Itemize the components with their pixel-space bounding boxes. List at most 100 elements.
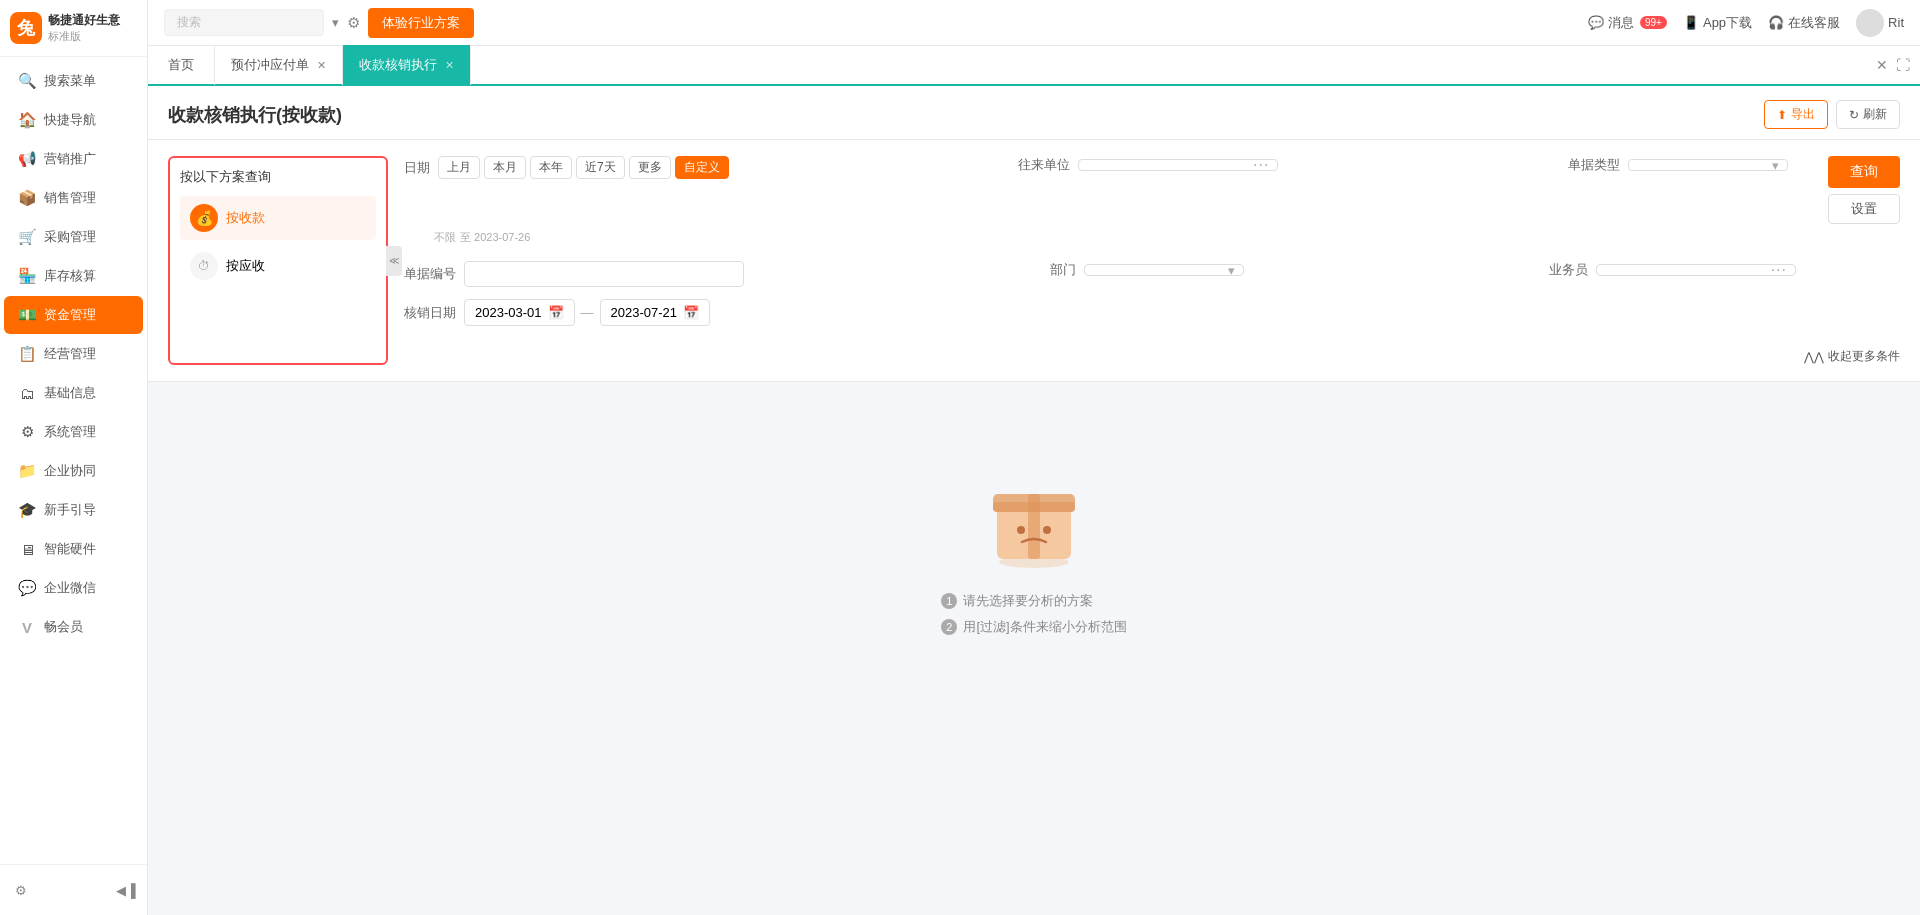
counterpart-dots[interactable]: ···: [1253, 156, 1269, 174]
date-field-group: 日期 上月 本月 本年 近7天 更多 自定义: [404, 156, 729, 179]
doc-no-input[interactable]: [464, 261, 744, 287]
date-last-month-btn[interactable]: 上月: [438, 156, 480, 179]
top-header: 搜索 ▾ ⚙ 体验行业方案 💬 消息 99+ 📱 App下载 🎧 在线客服 Ri: [148, 0, 1920, 46]
user-profile[interactable]: Rit: [1856, 9, 1904, 37]
sidebar-item-business[interactable]: 📋 经营管理: [4, 335, 143, 373]
receipt-icon: 💰: [190, 204, 218, 232]
sidebar-item-search[interactable]: 🔍 搜索菜单: [4, 62, 143, 100]
app-icon: 📱: [1683, 15, 1699, 30]
filter-title: 按以下方案查询: [180, 168, 376, 186]
sidebar-item-marketing[interactable]: 📢 营销推广: [4, 140, 143, 178]
sidebar-item-guide[interactable]: 🎓 新手引导: [4, 491, 143, 529]
sidebar-item-basic[interactable]: 🗂 基础信息: [4, 374, 143, 412]
chevron-down-icon[interactable]: ▾: [332, 15, 339, 30]
date-custom-btn[interactable]: 自定义: [675, 156, 729, 179]
close-tab-icon[interactable]: ✕: [1876, 57, 1888, 73]
doc-type-label: 单据类型: [1568, 156, 1620, 174]
sidebar-item-system[interactable]: ⚙ 系统管理: [4, 413, 143, 451]
sidebar-item-label: 快捷导航: [44, 111, 96, 129]
settings-btn[interactable]: 设置: [1828, 194, 1900, 224]
expand-icon[interactable]: ⛶: [1896, 57, 1910, 73]
date-to-text: 至 2023-07-26: [460, 230, 530, 245]
employee-field[interactable]: ···: [1596, 264, 1796, 276]
gear-icon-header[interactable]: ⚙: [347, 14, 360, 32]
tab-close-icon[interactable]: ✕: [445, 59, 454, 72]
sidebar-item-label: 搜索菜单: [44, 72, 96, 90]
sidebar-item-label: 智能硬件: [44, 540, 96, 558]
settings-btn-sidebar[interactable]: ⚙: [4, 873, 38, 907]
chevron-down-dept: ▾: [1228, 263, 1235, 278]
sidebar-item-purchase[interactable]: 🛒 采购管理: [4, 218, 143, 256]
hint-text-1: 请先选择要分析的方案: [963, 592, 1093, 610]
employee-dots[interactable]: ···: [1771, 261, 1787, 279]
member-icon: V: [18, 619, 36, 636]
filter-form: 日期 上月 本月 本年 近7天 更多 自定义: [404, 156, 1900, 365]
online-service-btn[interactable]: 🎧 在线客服: [1768, 14, 1840, 32]
app-download-label: App下载: [1703, 14, 1752, 32]
main-area: 搜索 ▾ ⚙ 体验行业方案 💬 消息 99+ 📱 App下载 🎧 在线客服 Ri: [148, 0, 1920, 915]
filter-row-2: 单据编号 部门 ▾ 业务员: [404, 261, 1900, 287]
sidebar-item-finance[interactable]: 💵 资金管理: [4, 296, 143, 334]
logo-icon: 兔: [10, 12, 42, 44]
logo-text: 畅捷通好生意 标准版: [48, 12, 120, 44]
date-more-btn[interactable]: 更多: [629, 156, 671, 179]
tab-prepay[interactable]: 预付冲应付单 ✕: [215, 45, 343, 85]
content-area: 收款核销执行(按收款) ⬆ 导出 ↻ 刷新 按以下方案查询 💰 按收款: [148, 86, 1920, 915]
refresh-btn[interactable]: ↻ 刷新: [1836, 100, 1900, 129]
date-control: 上月 本月 本年 近7天 更多 自定义: [438, 156, 729, 179]
query-btn[interactable]: 查询: [1828, 156, 1900, 188]
sidebar-item-member[interactable]: V 畅会员: [4, 608, 143, 646]
verify-date-label: 核销日期: [404, 304, 456, 322]
filter-option-by-receipt[interactable]: 💰 按收款: [180, 196, 376, 240]
more-conditions-btn[interactable]: ⋀⋀ 收起更多条件: [1804, 348, 1900, 365]
filter-sidebar: 按以下方案查询 💰 按收款 ⏱ 按应收 ≪: [168, 156, 388, 365]
filter-option-receivable-label: 按应收: [226, 257, 265, 275]
sidebar-item-hardware[interactable]: 🖥 智能硬件: [4, 530, 143, 568]
sidebar-item-wechat[interactable]: 💬 企业微信: [4, 569, 143, 607]
export-btn[interactable]: ⬆ 导出: [1764, 100, 1828, 129]
logo-line2: 标准版: [48, 29, 120, 44]
tab-bar-right: ✕ ⛶: [1876, 57, 1920, 73]
inventory-icon: 🏪: [18, 267, 36, 285]
filter-option-by-receivable[interactable]: ⏱ 按应收: [180, 244, 376, 288]
chevron-up-icon: ⋀⋀: [1804, 350, 1824, 364]
sidebar-item-inventory[interactable]: 🏪 库存核算: [4, 257, 143, 295]
date-this-year-btn[interactable]: 本年: [530, 156, 572, 179]
empty-state: 1 请先选择要分析的方案 2 用[过滤]条件来缩小分析范围: [148, 382, 1920, 720]
sidebar-item-sales[interactable]: 📦 销售管理: [4, 179, 143, 217]
hint-text-2: 用[过滤]条件来缩小分析范围: [963, 618, 1126, 636]
employee-field-group: 业务员 ···: [1549, 261, 1796, 279]
sidebar-item-nav[interactable]: 🏠 快捷导航: [4, 101, 143, 139]
date-this-month-btn[interactable]: 本月: [484, 156, 526, 179]
message-btn[interactable]: 💬 消息 99+: [1588, 14, 1667, 32]
avatar: [1856, 9, 1884, 37]
doc-no-field-group: 单据编号: [404, 261, 744, 287]
tab-home[interactable]: 首页: [148, 45, 215, 85]
collapse-sidebar-btn[interactable]: ◀▐: [109, 873, 143, 907]
tab-close-icon[interactable]: ✕: [317, 59, 326, 72]
calendar-icon-start: 📅: [548, 305, 564, 320]
sidebar-item-collab[interactable]: 📁 企业协同: [4, 452, 143, 490]
refresh-label: 刷新: [1863, 106, 1887, 123]
solution-btn[interactable]: 体验行业方案: [368, 8, 474, 38]
date-shortcuts: 上月 本月 本年 近7天 更多 自定义: [438, 156, 729, 179]
doc-no-label: 单据编号: [404, 265, 456, 283]
header-left: 搜索 ▾ ⚙ 体验行业方案: [164, 8, 474, 38]
marketing-icon: 📢: [18, 150, 36, 168]
more-conditions-row: ⋀⋀ 收起更多条件: [404, 342, 1900, 365]
filter-option-receipt-label: 按收款: [226, 209, 265, 227]
collapse-filter-btn[interactable]: ≪: [386, 246, 402, 276]
dept-select[interactable]: ▾: [1084, 264, 1244, 276]
verify-end-date[interactable]: 2023-07-21 📅: [600, 299, 711, 326]
sidebar-item-label: 库存核算: [44, 267, 96, 285]
message-label: 消息: [1608, 14, 1634, 32]
app-download-btn[interactable]: 📱 App下载: [1683, 14, 1752, 32]
verify-start-date[interactable]: 2023-03-01 📅: [464, 299, 575, 326]
refresh-icon: ↻: [1849, 108, 1859, 122]
sidebar-bottom: ⚙ ◀▐: [0, 864, 147, 915]
sidebar-item-label: 畅会员: [44, 618, 83, 636]
page-header: 收款核销执行(按收款) ⬆ 导出 ↻ 刷新: [148, 86, 1920, 140]
date-last-7days-btn[interactable]: 近7天: [576, 156, 625, 179]
tab-collection[interactable]: 收款核销执行 ✕: [343, 45, 471, 85]
sidebar-menu: 🔍 搜索菜单 🏠 快捷导航 📢 营销推广 📦 销售管理 🛒 采购管理 🏪 库存核…: [0, 57, 147, 864]
